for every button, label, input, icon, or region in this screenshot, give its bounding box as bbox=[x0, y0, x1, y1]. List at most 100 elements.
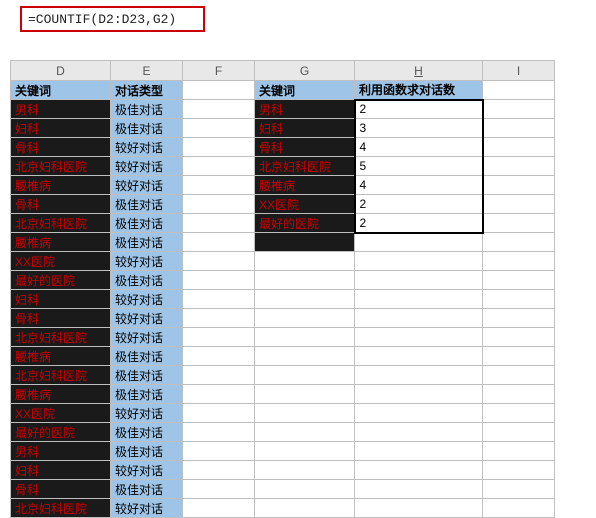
cell[interactable]: 腰椎病 bbox=[11, 347, 111, 366]
col-header-G[interactable]: G bbox=[255, 61, 355, 81]
cell[interactable]: 4 bbox=[355, 138, 483, 157]
cell[interactable] bbox=[355, 328, 483, 347]
cell[interactable]: 腰椎病 bbox=[255, 176, 355, 195]
cell[interactable] bbox=[483, 176, 555, 195]
cell[interactable] bbox=[183, 328, 255, 347]
cell[interactable] bbox=[183, 233, 255, 252]
cell[interactable]: 较好对话 bbox=[111, 309, 183, 328]
cell[interactable] bbox=[183, 499, 255, 518]
cell[interactable]: 极佳对话 bbox=[111, 442, 183, 461]
col-header-F[interactable]: F bbox=[183, 61, 255, 81]
cell[interactable] bbox=[183, 423, 255, 442]
cell[interactable] bbox=[355, 423, 483, 442]
cell[interactable] bbox=[483, 81, 555, 100]
cell[interactable] bbox=[255, 309, 355, 328]
cell[interactable]: 较好对话 bbox=[111, 461, 183, 480]
cell[interactable] bbox=[183, 347, 255, 366]
cell[interactable]: 北京妇科医院 bbox=[11, 499, 111, 518]
cell[interactable]: 男科 bbox=[255, 100, 355, 119]
cell[interactable] bbox=[483, 366, 555, 385]
cell[interactable] bbox=[483, 233, 555, 252]
cell[interactable] bbox=[483, 461, 555, 480]
cell[interactable] bbox=[483, 214, 555, 233]
cell[interactable] bbox=[355, 271, 483, 290]
cell[interactable] bbox=[255, 271, 355, 290]
formula-bar[interactable]: =COUNTIF(D2:D23,G2) bbox=[20, 6, 205, 32]
cell[interactable]: 较好对话 bbox=[111, 290, 183, 309]
cell[interactable] bbox=[255, 423, 355, 442]
cell[interactable] bbox=[483, 100, 555, 119]
cell[interactable]: 较好对话 bbox=[111, 138, 183, 157]
cell[interactable] bbox=[483, 252, 555, 271]
cell[interactable]: 4 bbox=[355, 176, 483, 195]
cell[interactable]: 2 bbox=[355, 214, 483, 233]
cell[interactable] bbox=[183, 442, 255, 461]
cell[interactable]: 妇科 bbox=[11, 119, 111, 138]
cell[interactable] bbox=[355, 480, 483, 499]
cell[interactable] bbox=[183, 404, 255, 423]
cell[interactable] bbox=[255, 385, 355, 404]
cell[interactable]: 极佳对话 bbox=[111, 195, 183, 214]
cell[interactable]: 较好对话 bbox=[111, 404, 183, 423]
cell[interactable]: 骨科 bbox=[11, 309, 111, 328]
cell[interactable] bbox=[483, 138, 555, 157]
cell[interactable]: XX医院 bbox=[11, 404, 111, 423]
cell[interactable]: 极佳对话 bbox=[111, 271, 183, 290]
cell[interactable]: 骨科 bbox=[255, 138, 355, 157]
cell[interactable]: 较好对话 bbox=[111, 499, 183, 518]
cell[interactable]: 骨科 bbox=[11, 480, 111, 499]
cell[interactable] bbox=[183, 138, 255, 157]
spreadsheet-grid[interactable]: D E F G H I 关键词 对话类型 关键词 利用函数求对话数 男科极佳对话… bbox=[10, 60, 555, 518]
col-header-E[interactable]: E bbox=[111, 61, 183, 81]
cell[interactable] bbox=[355, 385, 483, 404]
cell[interactable] bbox=[255, 233, 355, 252]
cell[interactable] bbox=[355, 499, 483, 518]
cell[interactable] bbox=[183, 290, 255, 309]
cell[interactable]: 北京妇科医院 bbox=[11, 157, 111, 176]
cell[interactable]: 极佳对话 bbox=[111, 214, 183, 233]
cell[interactable]: 对话类型 bbox=[111, 81, 183, 100]
cell[interactable] bbox=[255, 442, 355, 461]
cell[interactable]: XX医院 bbox=[255, 195, 355, 214]
cell[interactable] bbox=[183, 214, 255, 233]
cell[interactable]: 较好对话 bbox=[111, 252, 183, 271]
cell[interactable] bbox=[483, 499, 555, 518]
cell[interactable]: 较好对话 bbox=[111, 176, 183, 195]
cell[interactable] bbox=[483, 404, 555, 423]
cell[interactable] bbox=[255, 347, 355, 366]
cell[interactable] bbox=[483, 119, 555, 138]
cell[interactable] bbox=[255, 366, 355, 385]
cell[interactable]: 极佳对话 bbox=[111, 366, 183, 385]
cell[interactable] bbox=[483, 385, 555, 404]
cell[interactable]: 最好的医院 bbox=[11, 423, 111, 442]
cell[interactable] bbox=[483, 328, 555, 347]
col-header-D[interactable]: D bbox=[11, 61, 111, 81]
cell[interactable] bbox=[183, 100, 255, 119]
cell[interactable] bbox=[183, 271, 255, 290]
cell[interactable]: 北京妇科医院 bbox=[11, 366, 111, 385]
cell[interactable]: 最好的医院 bbox=[11, 271, 111, 290]
cell[interactable]: 极佳对话 bbox=[111, 347, 183, 366]
cell[interactable] bbox=[183, 309, 255, 328]
cell[interactable] bbox=[183, 157, 255, 176]
cell[interactable] bbox=[255, 461, 355, 480]
cell[interactable]: 极佳对话 bbox=[111, 385, 183, 404]
cell[interactable]: 关键词 bbox=[11, 81, 111, 100]
cell[interactable]: 腰椎病 bbox=[11, 176, 111, 195]
cell[interactable] bbox=[355, 347, 483, 366]
cell[interactable] bbox=[183, 195, 255, 214]
cell[interactable] bbox=[483, 480, 555, 499]
cell[interactable]: 男科 bbox=[11, 442, 111, 461]
cell[interactable] bbox=[355, 442, 483, 461]
cell[interactable]: 妇科 bbox=[11, 461, 111, 480]
cell[interactable]: 3 bbox=[355, 119, 483, 138]
cell[interactable] bbox=[183, 81, 255, 100]
cell[interactable]: 较好对话 bbox=[111, 157, 183, 176]
cell[interactable] bbox=[183, 252, 255, 271]
cell[interactable] bbox=[255, 328, 355, 347]
cell[interactable] bbox=[255, 290, 355, 309]
cell[interactable]: 妇科 bbox=[255, 119, 355, 138]
cell[interactable]: 较好对话 bbox=[111, 328, 183, 347]
cell[interactable] bbox=[355, 252, 483, 271]
cell[interactable]: 极佳对话 bbox=[111, 233, 183, 252]
